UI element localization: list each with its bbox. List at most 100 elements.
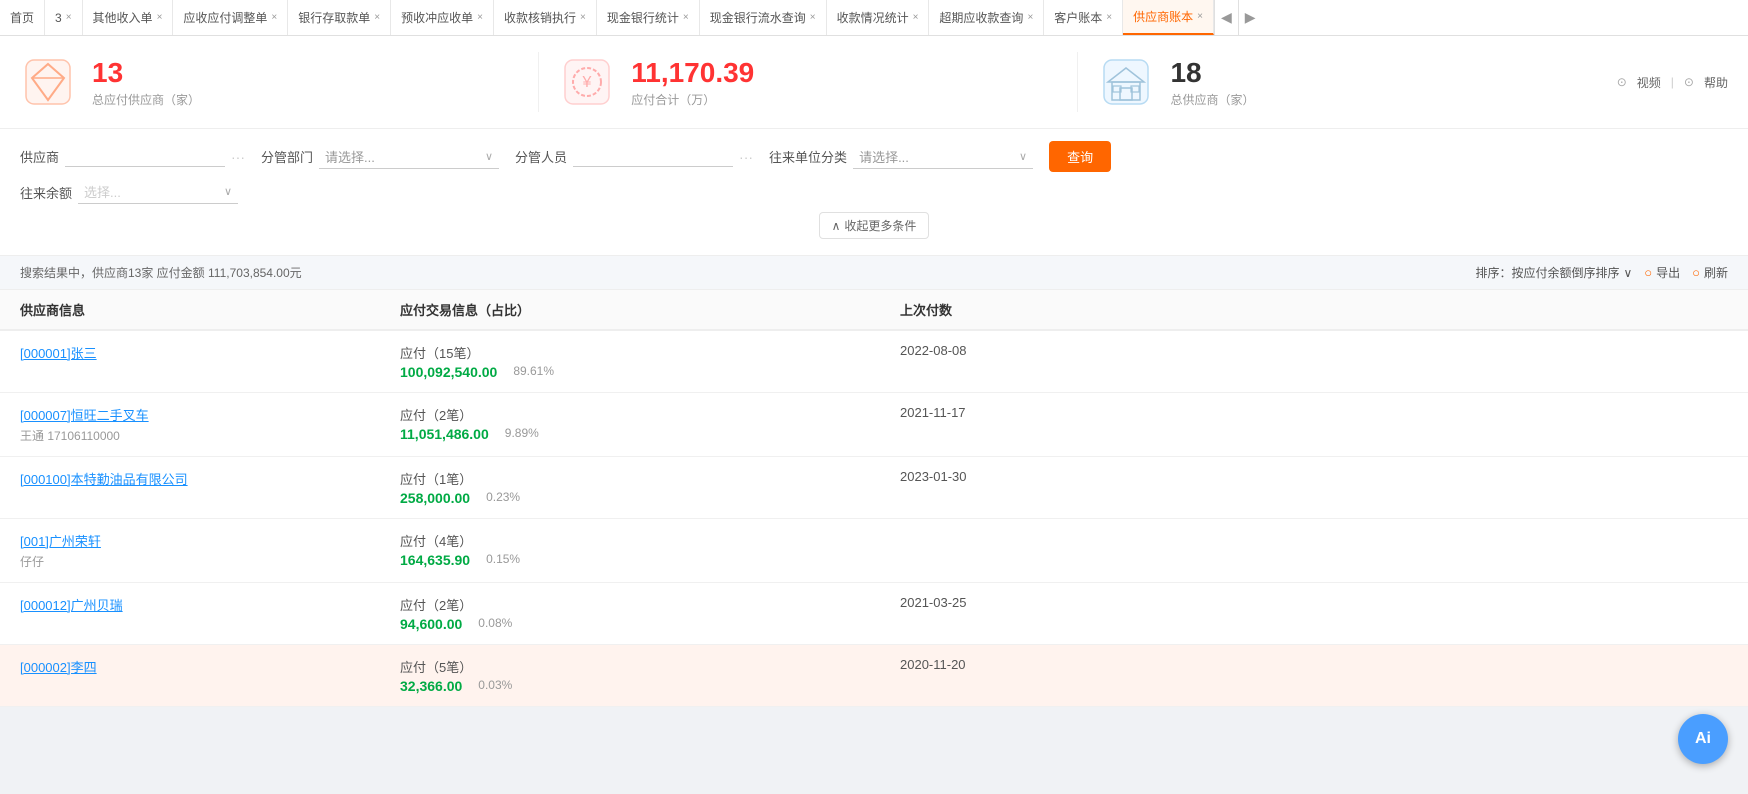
- supplier-link[interactable]: [000100]本特勤油品有限公司: [20, 469, 400, 488]
- close-icon[interactable]: ×: [683, 12, 689, 23]
- table-row[interactable]: [001]广州荣轩 仔仔 应付（4笔） 164,635.90 0.15%: [0, 519, 1748, 583]
- close-icon[interactable]: ×: [913, 12, 919, 23]
- tx-amount: 11,051,486.00: [400, 426, 489, 442]
- close-icon[interactable]: ×: [271, 12, 277, 23]
- category-select[interactable]: 请选择... ∨: [853, 145, 1033, 169]
- close-icon[interactable]: ×: [157, 12, 163, 23]
- table-row[interactable]: [000001]张三 应付（15笔） 100,092,540.00 89.61%…: [0, 331, 1748, 393]
- supplier-table: 供应商信息 应付交易信息（占比） 上次付数 [000001]张三 应付（15笔）…: [0, 290, 1748, 707]
- table-row[interactable]: [000012]广州贝瑞 应付（2笔） 94,600.00 0.08% 2021…: [0, 583, 1748, 645]
- query-button[interactable]: 查询: [1049, 141, 1111, 172]
- card2-content: 11,170.39 应付合计（万）: [631, 56, 754, 109]
- help-link[interactable]: 帮助: [1704, 74, 1728, 91]
- category-filter: 往来单位分类 请选择... ∨: [769, 145, 1033, 169]
- export-button[interactable]: ○ 导出: [1644, 264, 1680, 281]
- table-row[interactable]: [000100]本特勤油品有限公司 应付（1笔） 258,000.00 0.23…: [0, 457, 1748, 519]
- category-chevron-down-icon: ∨: [1019, 150, 1027, 163]
- tx-amount: 258,000.00: [400, 490, 470, 506]
- nav-tab-collection-exec[interactable]: 收款核销执行 ×: [494, 0, 597, 35]
- dept-chevron-down-icon: ∨: [485, 150, 493, 163]
- nav-tab-cash-bank-flow[interactable]: 现金银行流水查询 ×: [700, 0, 827, 35]
- nav-tab-advance-receive[interactable]: 预收冲应收单 ×: [391, 0, 494, 35]
- lastpay-cell: 2020-11-20: [900, 657, 1728, 672]
- close-icon[interactable]: ×: [1106, 12, 1112, 23]
- close-icon[interactable]: ×: [374, 12, 380, 23]
- tx-amount: 100,092,540.00: [400, 364, 497, 380]
- supplier-info-cell: [000001]张三: [20, 343, 400, 362]
- ai-assistant-button[interactable]: Ai: [1678, 714, 1728, 764]
- supplier-info-cell: [000007]恒旺二手叉车 王通 17106110000: [20, 405, 400, 444]
- close-icon[interactable]: ×: [66, 12, 72, 23]
- close-icon[interactable]: ×: [1197, 11, 1203, 22]
- dept-filter-label: 分管部门: [261, 147, 313, 166]
- last-pay-date: 2021-11-17: [900, 405, 966, 420]
- supplier-contact: 仔仔: [20, 553, 400, 570]
- person-dots-btn[interactable]: ···: [739, 149, 753, 165]
- tx-percent: 0.08%: [478, 616, 512, 630]
- supplier-link[interactable]: [000007]恒旺二手叉车: [20, 405, 400, 424]
- close-icon[interactable]: ×: [580, 12, 586, 23]
- nav-tab-collection-stat[interactable]: 收款情况统计 ×: [827, 0, 930, 35]
- tx-label: 应付（4笔）: [400, 531, 472, 550]
- nav-tab-cash-bank-stat[interactable]: 现金银行统计 ×: [597, 0, 700, 35]
- tx-percent: 0.03%: [478, 678, 512, 692]
- nav-tab-other-income[interactable]: 其他收入单 ×: [83, 0, 174, 35]
- nav-next-arrow[interactable]: ▶: [1238, 0, 1262, 35]
- svg-text:¥: ¥: [582, 74, 592, 91]
- supplier-filter-label: 供应商: [20, 147, 59, 166]
- category-filter-label: 往来单位分类: [769, 147, 847, 166]
- last-pay-date: 2021-03-25: [900, 595, 967, 610]
- supplier-dots-btn[interactable]: ···: [231, 149, 245, 165]
- last-pay-date: 2020-11-20: [900, 657, 966, 672]
- top-right-links: ⊙ 视频 | ⊙ 帮助: [1597, 74, 1728, 91]
- nav-tab-supplier-ledger[interactable]: 供应商账本 ×: [1123, 0, 1214, 35]
- supplier-input[interactable]: [65, 147, 225, 167]
- table-row[interactable]: [000007]恒旺二手叉车 王通 17106110000 应付（2笔） 11,…: [0, 393, 1748, 457]
- person-filter-label: 分管人员: [515, 147, 567, 166]
- transaction-cell: 应付（1笔） 258,000.00 0.23%: [400, 469, 900, 506]
- balance-filter-label: 往来余额: [20, 183, 72, 202]
- card3-label: 总供应商（家）: [1170, 91, 1254, 108]
- supplier-link[interactable]: [000012]广州贝瑞: [20, 595, 400, 614]
- nav-tab-customer-ledger[interactable]: 客户账本 ×: [1044, 0, 1123, 35]
- tx-amount: 32,366.00: [400, 678, 462, 694]
- dept-filter: 分管部门 请选择... ∨: [261, 145, 499, 169]
- supplier-contact: 王通 17106110000: [20, 427, 400, 444]
- nav-prev-arrow[interactable]: ◀: [1214, 0, 1238, 35]
- result-text: 搜索结果中，供应商13家 应付金额 111,703,854.00元: [20, 264, 302, 281]
- table-row[interactable]: [000002]李四 应付（5笔） 32,366.00 0.03% 2020-1…: [0, 645, 1748, 707]
- tx-label: 应付（2笔）: [400, 405, 472, 424]
- supplier-filter: 供应商 ···: [20, 147, 245, 167]
- col-header-transaction: 应付交易信息（占比）: [400, 300, 900, 319]
- payment-icon: ¥: [559, 54, 615, 110]
- lastpay-cell: 2022-08-08: [900, 343, 1728, 358]
- balance-select[interactable]: 选择... ∨: [78, 180, 238, 204]
- transaction-cell: 应付（4笔） 164,635.90 0.15%: [400, 531, 900, 568]
- transaction-cell: 应付（15笔） 100,092,540.00 89.61%: [400, 343, 900, 380]
- nav-tab-bank-deposit[interactable]: 银行存取款单 ×: [288, 0, 391, 35]
- sort-button[interactable]: 排序：按应付余额倒序排序 ∨: [1475, 264, 1632, 281]
- lastpay-cell: 2021-11-17: [900, 405, 1728, 420]
- dept-select[interactable]: 请选择... ∨: [319, 145, 499, 169]
- person-input[interactable]: [573, 147, 733, 167]
- supplier-link[interactable]: [000002]李四: [20, 657, 400, 676]
- nav-tab-3[interactable]: 3 ×: [45, 0, 83, 35]
- tx-label: 应付（15笔）: [400, 343, 479, 362]
- close-icon[interactable]: ×: [810, 12, 816, 23]
- refresh-icon: ○: [1692, 265, 1700, 280]
- supplier-link[interactable]: [001]广州荣轩: [20, 531, 400, 550]
- supplier-info-cell: [000012]广州贝瑞: [20, 595, 400, 614]
- close-icon[interactable]: ×: [477, 12, 483, 23]
- video-link[interactable]: 视频: [1637, 74, 1661, 91]
- nav-tab-ar-ap-adjust[interactable]: 应收应付调整单 ×: [173, 0, 288, 35]
- collapse-button[interactable]: ∧ 收起更多条件: [819, 212, 930, 239]
- close-icon[interactable]: ×: [1027, 12, 1033, 23]
- refresh-button[interactable]: ○ 刷新: [1692, 264, 1728, 281]
- supplier-link[interactable]: [000001]张三: [20, 343, 400, 362]
- table-header: 供应商信息 应付交易信息（占比） 上次付数: [0, 290, 1748, 331]
- nav-tab-home[interactable]: 首页: [0, 0, 45, 35]
- tx-percent: 0.23%: [486, 490, 520, 504]
- nav-tab-overdue-ar[interactable]: 超期应收款查询 ×: [929, 0, 1044, 35]
- card1-label: 总应付供应商（家）: [92, 91, 200, 108]
- last-pay-date: 2022-08-08: [900, 343, 967, 358]
